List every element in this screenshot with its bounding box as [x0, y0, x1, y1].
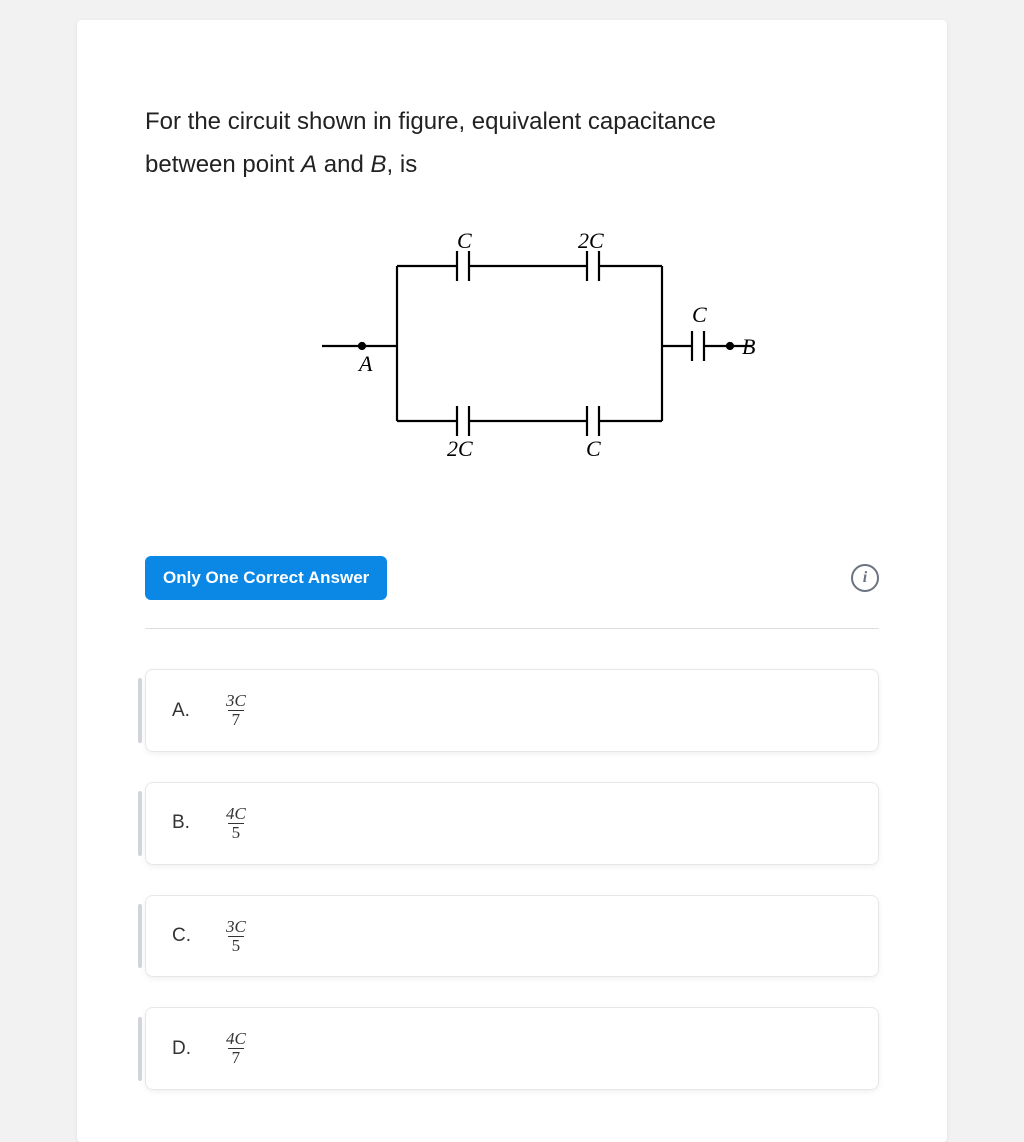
- fraction-numerator: 3C: [224, 692, 248, 710]
- option-d[interactable]: D. 4C 7: [145, 1007, 879, 1090]
- q-line2-pre: between point: [145, 151, 301, 178]
- option-accent: [138, 791, 142, 856]
- option-accent: [138, 678, 142, 743]
- circuit-diagram: A B C 2C 2C C C: [145, 216, 879, 476]
- option-b[interactable]: B. 4C 5: [145, 782, 879, 865]
- q-line2-mid: and: [317, 151, 370, 178]
- label-cap-top-right: 2C: [578, 228, 604, 253]
- label-A: A: [357, 351, 373, 376]
- q-line2-post: , is: [387, 151, 418, 178]
- label-cap-top-left: C: [457, 228, 472, 253]
- fraction-denominator: 7: [228, 710, 245, 729]
- option-fraction: 4C 7: [224, 1030, 248, 1067]
- option-accent: [138, 1017, 142, 1082]
- question-card: For the circuit shown in figure, equival…: [77, 20, 947, 1142]
- option-fraction: 4C 5: [224, 805, 248, 842]
- info-icon[interactable]: i: [851, 564, 879, 592]
- label-B: B: [742, 334, 755, 359]
- option-fraction: 3C 5: [224, 918, 248, 955]
- option-letter: A.: [172, 700, 196, 722]
- label-cap-right: C: [692, 302, 707, 327]
- label-cap-bottom-left: 2C: [447, 436, 473, 461]
- fraction-denominator: 7: [228, 1048, 245, 1067]
- q-pointB: B: [371, 151, 387, 178]
- circuit-svg: A B C 2C 2C C C: [252, 216, 772, 476]
- option-letter: D.: [172, 1038, 196, 1060]
- answer-type-badge: Only One Correct Answer: [145, 556, 387, 600]
- q-line1: For the circuit shown in figure, equival…: [145, 108, 716, 135]
- question-text: For the circuit shown in figure, equival…: [145, 100, 879, 186]
- label-cap-bottom-right: C: [586, 436, 601, 461]
- option-a[interactable]: A. 3C 7: [145, 669, 879, 752]
- option-letter: B.: [172, 812, 196, 834]
- badge-row: Only One Correct Answer i: [145, 556, 879, 629]
- option-letter: C.: [172, 925, 196, 947]
- option-c[interactable]: C. 3C 5: [145, 895, 879, 978]
- option-accent: [138, 904, 142, 969]
- fraction-numerator: 4C: [224, 1030, 248, 1048]
- option-fraction: 3C 7: [224, 692, 248, 729]
- fraction-numerator: 3C: [224, 918, 248, 936]
- fraction-denominator: 5: [228, 936, 245, 955]
- q-pointA: A: [301, 151, 317, 178]
- fraction-denominator: 5: [228, 823, 245, 842]
- fraction-numerator: 4C: [224, 805, 248, 823]
